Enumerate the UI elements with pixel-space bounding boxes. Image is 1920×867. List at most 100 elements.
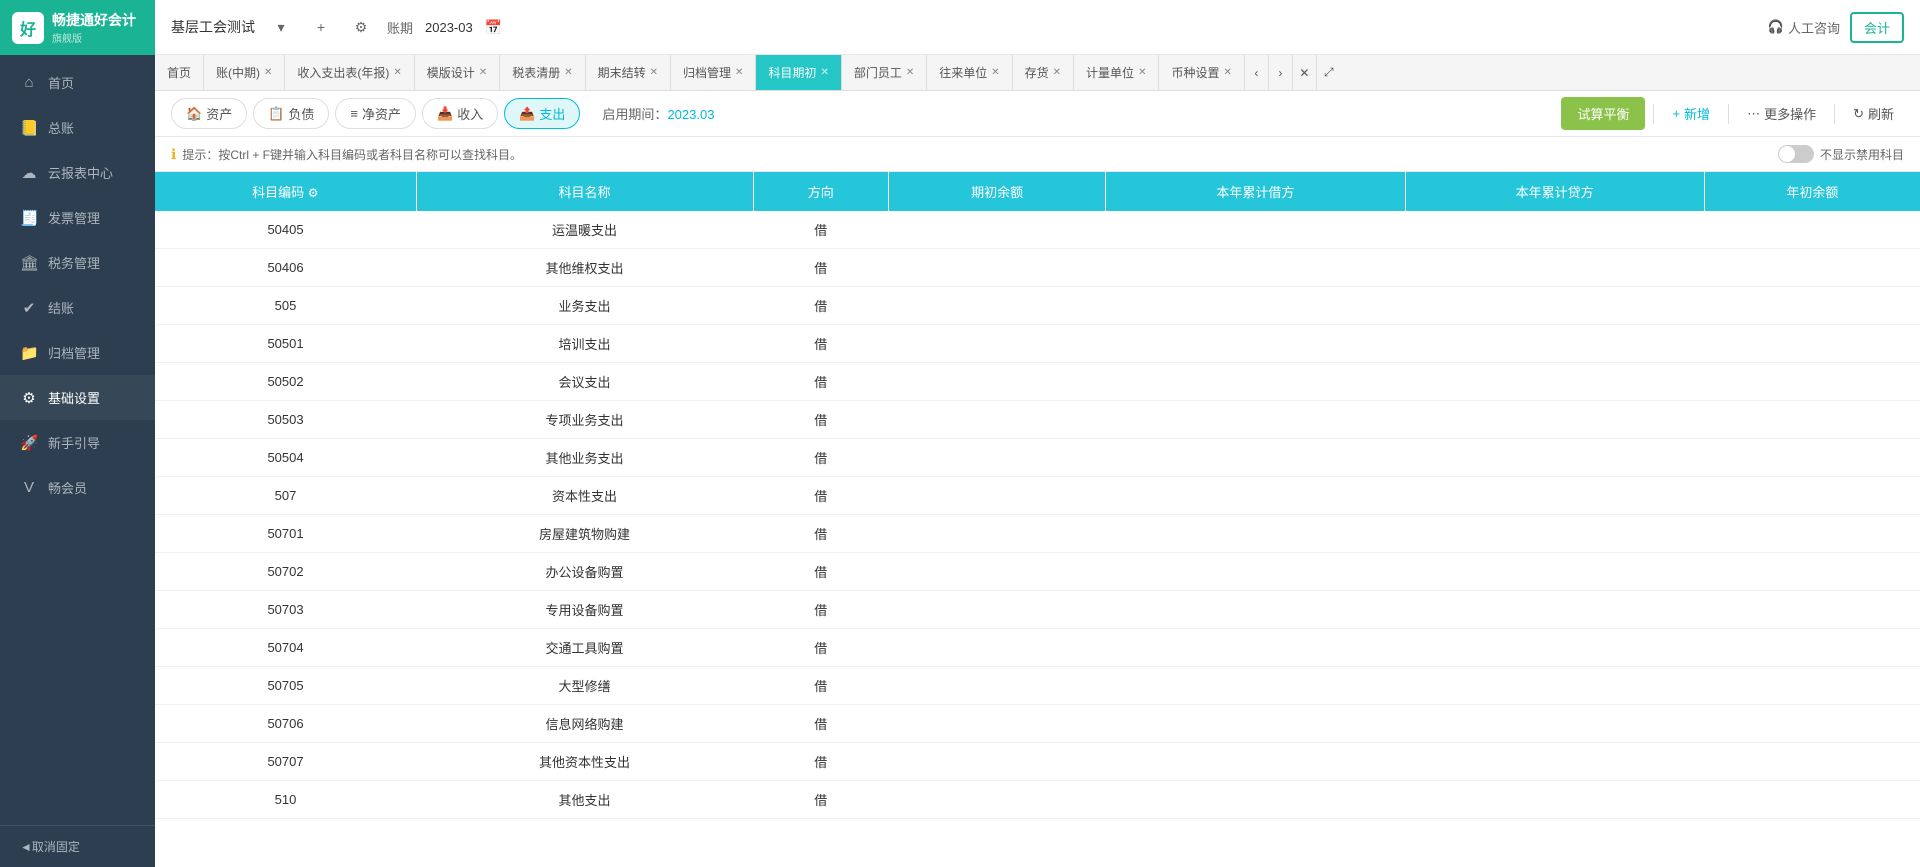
table-row[interactable]: 50704交通工具购置借 bbox=[155, 629, 1920, 667]
filter-tab-收入[interactable]: 📥收入 bbox=[422, 98, 498, 129]
cell-13-2: 借 bbox=[753, 705, 888, 743]
table-row[interactable]: 510其他支出借 bbox=[155, 781, 1920, 819]
disabled-toggle[interactable] bbox=[1778, 145, 1814, 163]
table-row[interactable]: 50501培训支出借 bbox=[155, 325, 1920, 363]
nav-icon-3: 🧾 bbox=[20, 209, 38, 227]
more-btn[interactable]: ⋯ 更多操作 bbox=[1737, 98, 1826, 129]
table-row[interactable]: 505业务支出借 bbox=[155, 287, 1920, 325]
tab-科目期初[interactable]: 科目期初✕ bbox=[756, 55, 841, 91]
tab-往来单位[interactable]: 往来单位✕ bbox=[927, 55, 1012, 91]
table-row[interactable]: 50405运温暖支出借 bbox=[155, 211, 1920, 249]
tab-期末结转[interactable]: 期末结转✕ bbox=[586, 55, 671, 91]
tab-close-btn[interactable]: ✕ bbox=[479, 67, 487, 78]
sidebar-item-云报表中心[interactable]: ☁云报表中心 bbox=[0, 150, 155, 195]
settings-btn[interactable]: ⚙ bbox=[347, 13, 375, 41]
cell-1-3 bbox=[889, 249, 1106, 287]
cell-0-4 bbox=[1106, 211, 1405, 249]
tab-close-btn[interactable]: ✕ bbox=[820, 67, 828, 78]
calendar-icon[interactable]: 📅 bbox=[485, 19, 502, 36]
cell-8-5 bbox=[1405, 515, 1704, 553]
filter-tabs: 🏠资产📋负债≡净资产📥收入📤支出 bbox=[171, 98, 580, 129]
cell-5-1: 专项业务支出 bbox=[416, 401, 753, 439]
cell-10-2: 借 bbox=[753, 591, 888, 629]
tab-部门员工[interactable]: 部门员工✕ bbox=[842, 55, 927, 91]
sidebar-pin-toggle[interactable]: ◄取消固定 bbox=[0, 825, 155, 867]
filter-tab-净资产[interactable]: ≡净资产 bbox=[335, 98, 416, 129]
cell-8-6 bbox=[1704, 515, 1920, 553]
tab-计量单位[interactable]: 计量单位✕ bbox=[1074, 55, 1159, 91]
tab-币种设置[interactable]: 币种设置✕ bbox=[1159, 55, 1244, 91]
sidebar-item-基础设置[interactable]: ⚙基础设置 bbox=[0, 375, 155, 420]
table-row[interactable]: 50406其他维权支出借 bbox=[155, 249, 1920, 287]
cell-2-1: 业务支出 bbox=[416, 287, 753, 325]
calc-balance-btn[interactable]: 试算平衡 bbox=[1561, 97, 1645, 130]
divider bbox=[1653, 104, 1654, 124]
sidebar-item-归档管理[interactable]: 📁归档管理 bbox=[0, 330, 155, 375]
sidebar-item-结账[interactable]: ✔结账 bbox=[0, 285, 155, 330]
tab-close-btn[interactable]: ✕ bbox=[906, 67, 914, 78]
tab-expand-btn[interactable]: ⤢ bbox=[1317, 55, 1341, 91]
tab-归档管理[interactable]: 归档管理✕ bbox=[671, 55, 756, 91]
cell-1-0: 50406 bbox=[155, 249, 416, 287]
cell-12-0: 50705 bbox=[155, 667, 416, 705]
table-row[interactable]: 507资本性支出借 bbox=[155, 477, 1920, 515]
tab-收入支出表(年报)[interactable]: 收入支出表(年报) ✕ bbox=[285, 55, 414, 91]
tab-label: 收入支出表(年报) bbox=[297, 64, 389, 81]
account-btn[interactable]: 会计 bbox=[1850, 12, 1904, 43]
cell-4-0: 50502 bbox=[155, 363, 416, 401]
cell-15-4 bbox=[1106, 781, 1405, 819]
tab-close-all-btn[interactable]: ✕ bbox=[1293, 55, 1317, 91]
tab-close-btn[interactable]: ✕ bbox=[264, 67, 272, 78]
cell-2-5 bbox=[1405, 287, 1704, 325]
table-row[interactable]: 50502会议支出借 bbox=[155, 363, 1920, 401]
table-row[interactable]: 50504其他业务支出借 bbox=[155, 439, 1920, 477]
tab-close-btn[interactable]: ✕ bbox=[393, 67, 401, 78]
tab-账(中期)[interactable]: 账(中期)✕ bbox=[204, 55, 285, 91]
add-company-btn[interactable]: + bbox=[307, 13, 335, 41]
table-row[interactable]: 50701房屋建筑物购建借 bbox=[155, 515, 1920, 553]
table-row[interactable]: 50706信息网络购建借 bbox=[155, 705, 1920, 743]
sidebar-item-畅会员[interactable]: V畅会员 bbox=[0, 465, 155, 510]
tab-税表清册[interactable]: 税表清册✕ bbox=[500, 55, 585, 91]
cell-7-6 bbox=[1704, 477, 1920, 515]
sidebar-item-新手引导[interactable]: 🚀新手引导 bbox=[0, 420, 155, 465]
support-btn[interactable]: 🎧 人工咨询 bbox=[1768, 18, 1840, 37]
cell-14-2: 借 bbox=[753, 743, 888, 781]
tab-close-btn[interactable]: ✕ bbox=[1053, 67, 1061, 78]
add-btn[interactable]: + 新增 bbox=[1662, 98, 1720, 129]
tab-close-btn[interactable]: ✕ bbox=[650, 67, 658, 78]
tab-close-btn[interactable]: ✕ bbox=[564, 67, 572, 78]
refresh-btn[interactable]: ↻ 刷新 bbox=[1843, 98, 1904, 129]
sidebar-item-发票管理[interactable]: 🧾发票管理 bbox=[0, 195, 155, 240]
tab-close-btn[interactable]: ✕ bbox=[1138, 67, 1146, 78]
company-dropdown-btn[interactable]: ▾ bbox=[267, 13, 295, 41]
filter-tab-资产[interactable]: 🏠资产 bbox=[171, 98, 247, 129]
tab-prev-btn[interactable]: ‹ bbox=[1245, 55, 1269, 91]
filter-tab-负债[interactable]: 📋负债 bbox=[253, 98, 329, 129]
tab-首页[interactable]: 首页 bbox=[155, 55, 204, 91]
nav-label-2: 云报表中心 bbox=[48, 163, 113, 182]
table-row[interactable]: 50703专用设备购置借 bbox=[155, 591, 1920, 629]
cell-3-2: 借 bbox=[753, 325, 888, 363]
tab-close-btn[interactable]: ✕ bbox=[1223, 67, 1231, 78]
tab-close-btn[interactable]: ✕ bbox=[735, 67, 743, 78]
plus-icon: + bbox=[1672, 106, 1680, 121]
tab-next-btn[interactable]: › bbox=[1269, 55, 1293, 91]
sidebar-item-首页[interactable]: ⌂首页 bbox=[0, 60, 155, 105]
table-row[interactable]: 50707其他资本性支出借 bbox=[155, 743, 1920, 781]
tab-模版设计[interactable]: 模版设计✕ bbox=[415, 55, 500, 91]
cell-6-5 bbox=[1405, 439, 1704, 477]
table-row[interactable]: 50705大型修缮借 bbox=[155, 667, 1920, 705]
cell-6-3 bbox=[889, 439, 1106, 477]
gear-icon[interactable]: ⚙ bbox=[308, 186, 319, 200]
table-row[interactable]: 50503专项业务支出借 bbox=[155, 401, 1920, 439]
sidebar-item-税务管理[interactable]: 🏛税务管理 bbox=[0, 240, 155, 285]
tab-close-btn[interactable]: ✕ bbox=[991, 67, 999, 78]
tab-存货[interactable]: 存货✕ bbox=[1013, 55, 1074, 91]
app-logo-text: 畅捷通好会计 旗舰版 bbox=[52, 10, 136, 45]
nav-icon-8: 🚀 bbox=[20, 434, 38, 452]
table-row[interactable]: 50702办公设备购置借 bbox=[155, 553, 1920, 591]
filter-icon-0: 🏠 bbox=[186, 106, 202, 122]
filter-tab-支出[interactable]: 📤支出 bbox=[504, 98, 580, 129]
sidebar-item-总账[interactable]: 📒总账 bbox=[0, 105, 155, 150]
